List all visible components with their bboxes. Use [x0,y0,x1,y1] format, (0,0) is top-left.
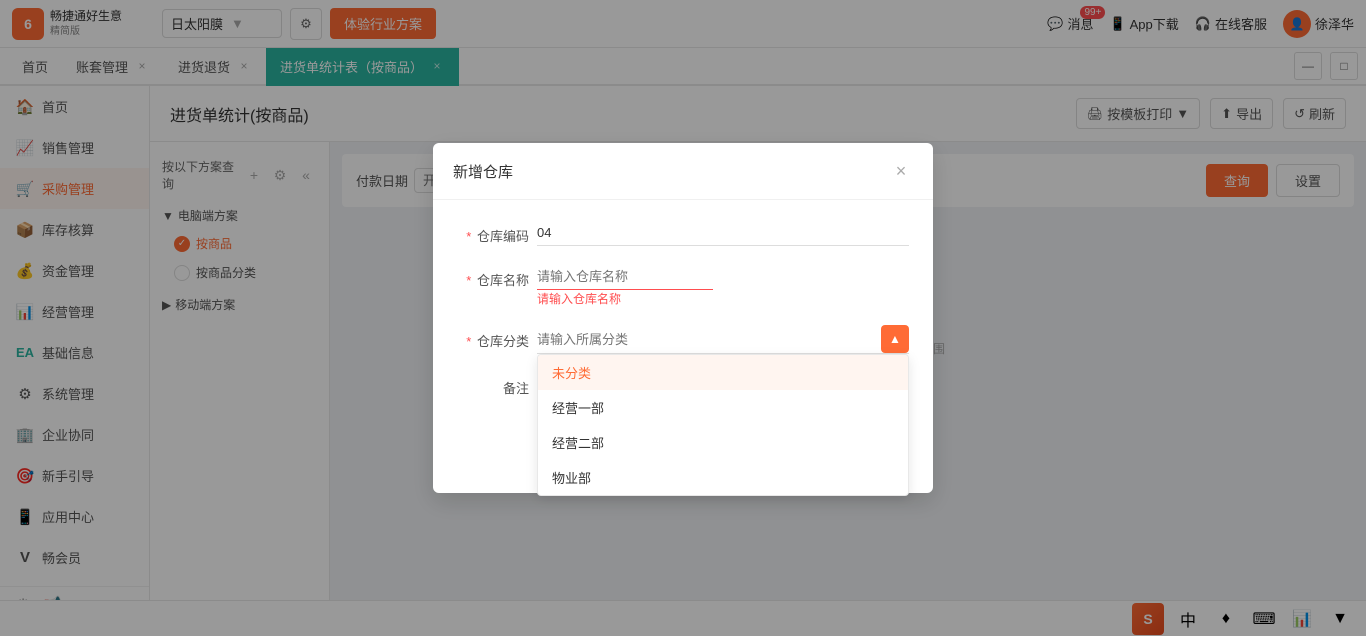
code-form-row: * 仓库编码 [457,220,909,246]
option-uncategorized[interactable]: 未分类 [538,355,908,390]
code-required-mark: * [466,229,471,244]
note-label: 备注 [457,372,537,397]
name-required-mark: * [466,273,471,288]
category-form-row: * 仓库分类 ▲ 未分类 经营一部 经营二部 物业部 [457,325,909,354]
category-dropdown-popup: 未分类 经营一部 经营二部 物业部 [537,354,909,496]
code-label: * 仓库编码 [457,220,537,245]
note-label-text: 备注 [503,381,529,396]
modal-overlay: 新增仓库 × * 仓库编码 * 仓库名称 [0,0,1366,636]
name-error-wrap: 请输入仓库名称 [457,290,909,307]
option-operations-1[interactable]: 经营一部 [538,390,908,425]
name-label: * 仓库名称 [457,264,537,289]
modal-body: * 仓库编码 * 仓库名称 请输入仓库名称 [433,200,933,440]
modal-title: 新增仓库 [453,161,513,182]
name-input-row: * 仓库名称 [457,264,909,290]
category-label-text: 仓库分类 [477,334,529,349]
category-dropdown-row: ▲ [537,325,909,354]
name-label-text: 仓库名称 [477,273,529,288]
option-operations-2[interactable]: 经营二部 [538,425,908,460]
name-error-message: 请输入仓库名称 [537,292,621,306]
category-dropdown-arrow[interactable]: ▲ [881,325,909,353]
modal-header: 新增仓库 × [433,143,933,200]
new-warehouse-modal: 新增仓库 × * 仓库编码 * 仓库名称 [433,143,933,493]
category-label: * 仓库分类 [457,325,537,350]
category-input[interactable] [537,327,881,352]
name-input[interactable] [537,264,713,290]
name-input-wrap [537,264,909,290]
category-input-wrap: ▲ [537,325,909,354]
option-property[interactable]: 物业部 [538,460,908,495]
name-form-row: * 仓库名称 请输入仓库名称 [457,264,909,307]
code-label-text: 仓库编码 [477,229,529,244]
code-input[interactable] [537,220,909,246]
modal-close-button[interactable]: × [889,159,913,183]
category-required-mark: * [466,334,471,349]
